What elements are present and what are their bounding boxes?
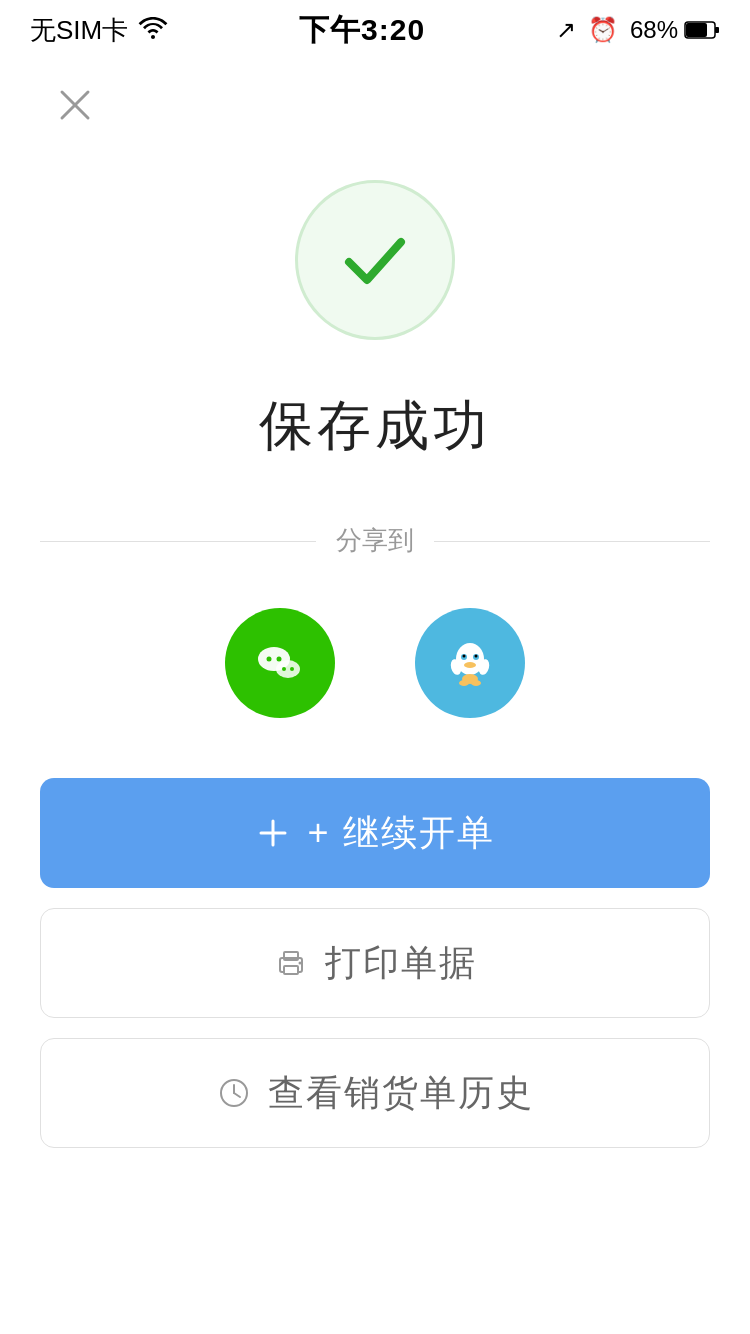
svg-point-10 <box>290 667 294 671</box>
plus-icon <box>255 815 291 851</box>
qq-share-button[interactable] <box>415 608 525 718</box>
svg-line-30 <box>234 1093 240 1097</box>
print-button[interactable]: 打印单据 <box>40 908 710 1018</box>
share-icons <box>40 608 710 718</box>
svg-rect-1 <box>686 23 707 37</box>
share-section: 分享到 <box>40 523 710 718</box>
svg-point-6 <box>267 657 272 662</box>
battery-container: 68% <box>630 16 720 44</box>
success-title: 保存成功 <box>259 390 491 463</box>
alarm-icon: ⏰ <box>588 16 618 44</box>
share-label: 分享到 <box>316 523 434 558</box>
svg-point-16 <box>464 662 476 668</box>
share-divider: 分享到 <box>40 523 710 558</box>
print-label: 打印单据 <box>325 939 477 988</box>
svg-rect-26 <box>284 966 298 974</box>
history-button[interactable]: 查看销货单历史 <box>40 1038 710 1148</box>
wechat-icon <box>248 631 312 695</box>
svg-point-27 <box>299 962 302 965</box>
print-icon <box>273 945 309 981</box>
wifi-icon <box>138 15 168 46</box>
history-label: 查看销货单历史 <box>268 1069 534 1118</box>
continue-button[interactable]: + 继续开单 <box>40 778 710 888</box>
status-right: ↗ ⏰ 68% <box>556 16 720 44</box>
main-content: 保存成功 分享到 <box>0 60 750 1148</box>
battery-icon <box>684 20 720 40</box>
svg-point-7 <box>277 657 282 662</box>
svg-point-21 <box>471 680 481 686</box>
svg-point-14 <box>463 655 466 658</box>
svg-point-9 <box>282 667 286 671</box>
status-left: 无SIM卡 <box>30 13 168 48</box>
action-buttons: + 继续开单 打印单据 查看销 <box>40 778 710 1148</box>
history-icon <box>216 1075 252 1111</box>
qq-icon <box>438 631 502 695</box>
wechat-share-button[interactable] <box>225 608 335 718</box>
success-circle <box>295 180 455 340</box>
status-time: 下午3:20 <box>299 10 425 51</box>
close-button[interactable] <box>50 80 100 130</box>
continue-label: + 继续开单 <box>307 809 494 858</box>
carrier-text: 无SIM卡 <box>30 13 128 48</box>
battery-percent: 68% <box>630 16 678 44</box>
location-icon: ↗ <box>556 16 576 44</box>
svg-rect-2 <box>715 27 719 33</box>
svg-point-8 <box>276 660 300 678</box>
svg-point-20 <box>459 680 469 686</box>
svg-point-15 <box>475 655 478 658</box>
status-bar: 无SIM卡 下午3:20 ↗ ⏰ 68% <box>0 0 750 60</box>
checkmark-icon <box>335 220 415 300</box>
